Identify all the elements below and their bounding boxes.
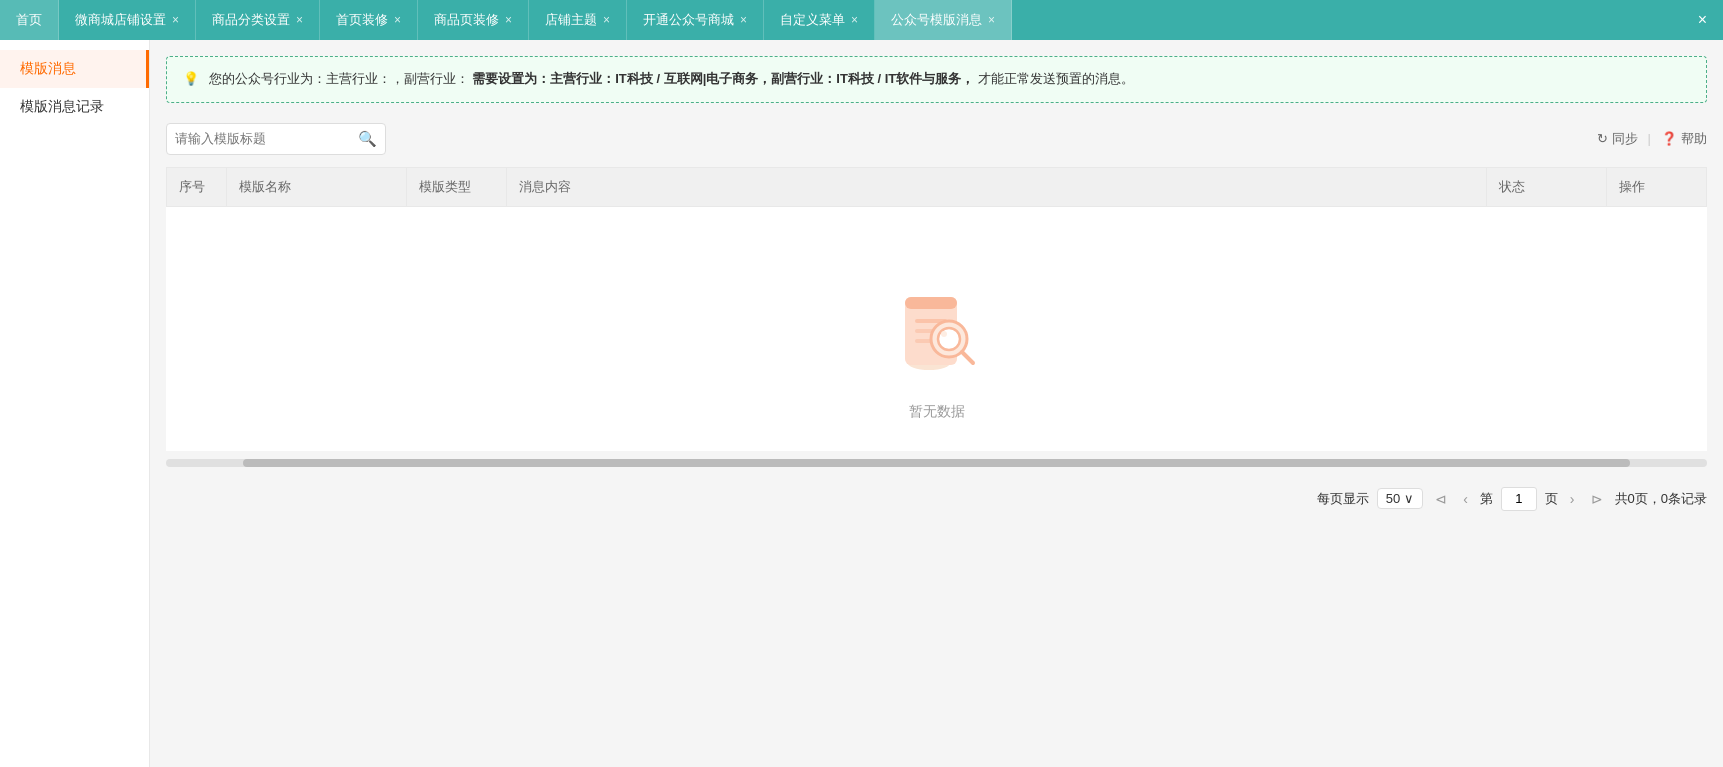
empty-illustration <box>877 267 997 387</box>
sidebar: 模版消息 模版消息记录 <box>0 40 150 767</box>
page-size-select[interactable]: 50 ∨ <box>1377 488 1423 509</box>
svg-line-8 <box>962 352 973 363</box>
col-status: 状态 <box>1487 167 1607 206</box>
tab-open-mall[interactable]: 开通公众号商城 × <box>627 0 764 40</box>
content-area: 💡 您的公众号行业为：主营行业：，副营行业： 需要设置为：主营行业：IT科技 /… <box>150 40 1723 767</box>
prev-page-button[interactable]: ‹ <box>1459 489 1472 509</box>
empty-text: 暂无数据 <box>909 403 965 421</box>
toolbar-right: ↻ 同步 | ❓ 帮助 <box>1597 130 1707 148</box>
svg-point-7 <box>938 328 960 350</box>
tab-store-settings[interactable]: 微商城店铺设置 × <box>59 0 196 40</box>
notice-suffix: 才能正常发送预置的消息。 <box>978 71 1134 86</box>
first-page-button[interactable]: ⊲ <box>1431 489 1451 509</box>
tab-product-decor[interactable]: 商品页装修 × <box>418 0 529 40</box>
sync-button[interactable]: ↻ 同步 <box>1597 130 1638 148</box>
tab-close-store-theme[interactable]: × <box>603 14 610 26</box>
scrollbar-thumb[interactable] <box>243 459 1630 467</box>
sidebar-item-template-msg-record[interactable]: 模版消息记录 <box>0 88 149 126</box>
tab-close-category[interactable]: × <box>296 14 303 26</box>
col-action: 操作 <box>1607 167 1707 206</box>
page-label: 第 <box>1480 490 1493 508</box>
data-table: 序号 模版名称 模版类型 消息内容 状态 操作 <box>166 167 1707 451</box>
page-unit: 页 <box>1545 490 1558 508</box>
horizontal-scrollbar[interactable] <box>166 459 1707 467</box>
last-page-button[interactable]: ⊳ <box>1587 489 1607 509</box>
tab-close-custom-menu[interactable]: × <box>851 14 858 26</box>
tab-home-decor[interactable]: 首页装修 × <box>320 0 418 40</box>
tab-close-home-decor[interactable]: × <box>394 14 401 26</box>
svg-point-9 <box>941 331 947 337</box>
col-template-name: 模版名称 <box>227 167 407 206</box>
sidebar-item-template-msg[interactable]: 模版消息 <box>0 50 149 88</box>
page-size-value: 50 <box>1386 491 1400 506</box>
pagination-row: 每页显示 50 ∨ ⊲ ‹ 第 页 › ⊳ 共0页，0条记录 <box>166 475 1707 511</box>
tab-bar: 首页 微商城店铺设置 × 商品分类设置 × 首页装修 × 商品页装修 × 店铺主… <box>0 0 1723 40</box>
col-message-content: 消息内容 <box>507 167 1487 206</box>
page-size-label: 每页显示 <box>1317 490 1369 508</box>
empty-state: 暂无数据 <box>167 207 1707 451</box>
col-template-type: 模版类型 <box>407 167 507 206</box>
next-page-button[interactable]: › <box>1566 489 1579 509</box>
sync-icon: ↻ <box>1597 131 1608 146</box>
help-button[interactable]: ❓ 帮助 <box>1661 130 1707 148</box>
tab-custom-menu[interactable]: 自定义菜单 × <box>764 0 875 40</box>
tab-store-theme[interactable]: 店铺主题 × <box>529 0 627 40</box>
page-number-input[interactable] <box>1501 487 1537 511</box>
chevron-down-icon: ∨ <box>1404 491 1414 506</box>
tab-close-open-mall[interactable]: × <box>740 14 747 26</box>
tab-close-product-decor[interactable]: × <box>505 14 512 26</box>
main-layout: 模版消息 模版消息记录 💡 您的公众号行业为：主营行业：，副营行业： 需要设置为… <box>0 40 1723 767</box>
toolbar: 🔍 ↻ 同步 | ❓ 帮助 <box>166 123 1707 155</box>
tab-close-store-settings[interactable]: × <box>172 14 179 26</box>
tab-home[interactable]: 首页 <box>0 0 59 40</box>
tab-category-settings[interactable]: 商品分类设置 × <box>196 0 320 40</box>
notice-icon: 💡 <box>183 71 199 86</box>
notice-box: 💡 您的公众号行业为：主营行业：，副营行业： 需要设置为：主营行业：IT科技 /… <box>166 56 1707 103</box>
search-input[interactable] <box>175 131 358 146</box>
search-icon[interactable]: 🔍 <box>358 130 377 148</box>
total-label: 共0页，0条记录 <box>1615 490 1707 508</box>
svg-rect-2 <box>905 297 957 309</box>
global-close-button[interactable]: × <box>1682 11 1723 29</box>
notice-prefix: 您的公众号行业为：主营行业：，副营行业： <box>209 71 469 86</box>
search-input-wrap[interactable]: 🔍 <box>166 123 386 155</box>
notice-highlight: 需要设置为：主营行业：IT科技 / 互联网|电子商务，副营行业：IT科技 / I… <box>472 71 974 86</box>
help-icon: ❓ <box>1661 131 1677 146</box>
toolbar-divider: | <box>1648 131 1651 146</box>
tab-template-msg[interactable]: 公众号模版消息 × <box>875 0 1012 40</box>
tab-close-template-msg[interactable]: × <box>988 14 995 26</box>
col-index: 序号 <box>167 167 227 206</box>
